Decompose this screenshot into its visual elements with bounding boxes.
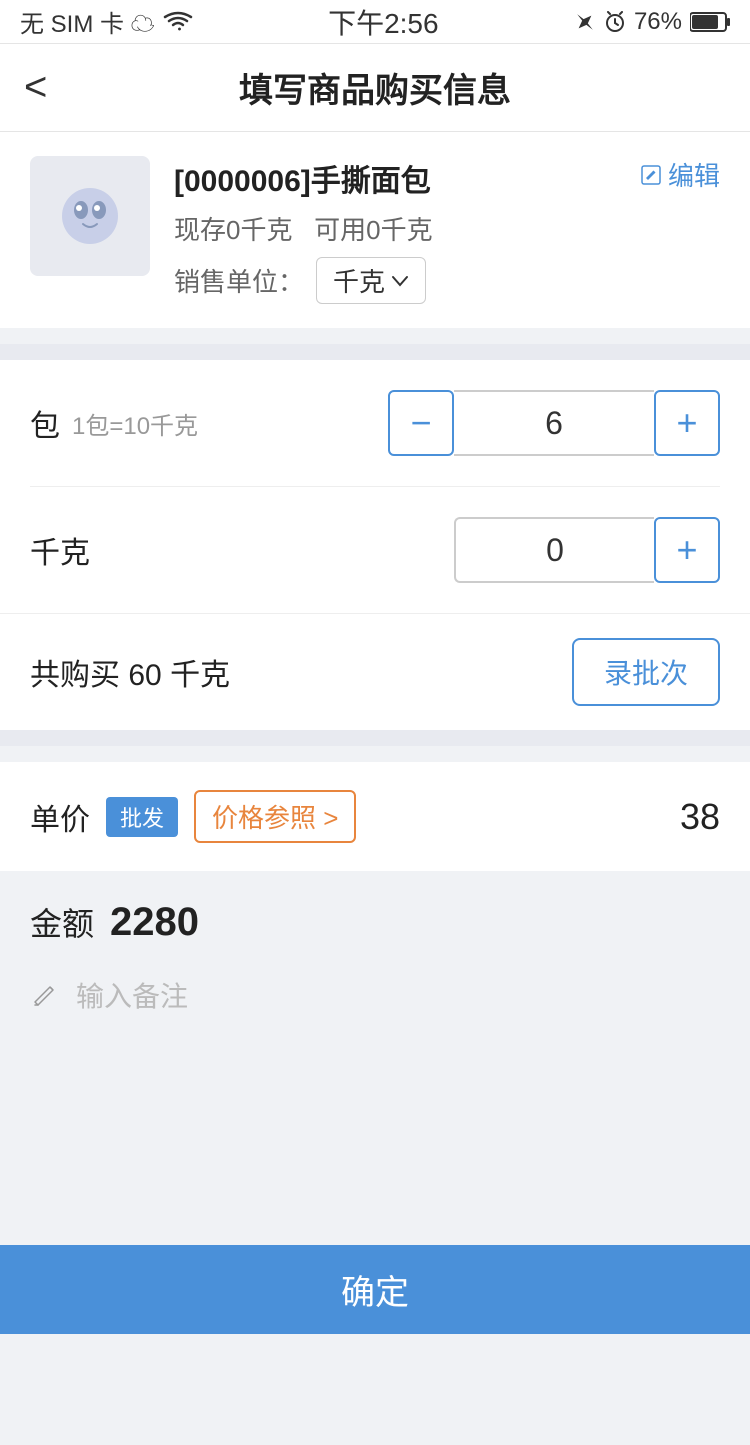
edit-icon — [640, 164, 662, 186]
status-left: 无 SIM 卡 ☁ — [20, 4, 193, 39]
unit-selector[interactable]: 千克 — [316, 257, 426, 304]
qty-label-kg: 千克 — [30, 528, 90, 572]
total-text: 共购买 60 千克 — [30, 650, 230, 694]
amount-row: 金额 2280 — [30, 899, 720, 965]
status-right: 76% — [574, 8, 730, 36]
wifi-icon — [163, 11, 193, 33]
product-logo-icon — [55, 186, 125, 246]
edit-label: 编辑 — [668, 156, 720, 193]
qty-input-bag[interactable] — [454, 390, 654, 456]
alarm-icon — [604, 11, 626, 33]
qty-sub-label-bag: 1包=10千克 — [72, 406, 198, 441]
back-button[interactable]: < — [24, 65, 47, 110]
price-tag: 批发 — [106, 797, 178, 837]
note-row[interactable]: 输入备注 — [30, 965, 720, 1045]
qty-control-kg: + — [454, 517, 720, 583]
price-ref-button[interactable]: 价格参照 > — [194, 790, 356, 843]
amount-label: 金额 — [30, 899, 94, 945]
total-section: 共购买 60 千克 录批次 — [0, 613, 750, 730]
product-card: [0000006]手撕面包 编辑 现存0千克 可用0千克 销售单位： 千克 — [0, 132, 750, 328]
qty-label-bag: 包 1包=10千克 — [30, 401, 198, 445]
status-time: 下午2:56 — [328, 2, 439, 42]
product-image — [30, 156, 150, 276]
product-stock: 现存0千克 可用0千克 — [174, 210, 720, 247]
product-name: [0000006]手撕面包 — [174, 156, 431, 200]
qty-plus-kg[interactable]: + — [654, 517, 720, 583]
qty-minus-bag[interactable]: − — [388, 390, 454, 456]
amount-section: 金额 2280 输入备注 — [0, 871, 750, 1045]
location-icon — [574, 11, 596, 33]
amount-value: 2280 — [110, 900, 199, 945]
price-label: 单价 — [30, 795, 90, 839]
total-value: 60 — [128, 659, 161, 692]
product-unit-row: 销售单位： 千克 — [174, 257, 720, 304]
battery-percent: 76% — [634, 8, 682, 36]
qty-row-kg: 千克 + — [30, 487, 720, 613]
qty-section: 包 1包=10千克 − + 千克 + — [0, 360, 750, 613]
sim-status: 无 SIM 卡 ☁ — [20, 4, 155, 39]
qty-plus-bag[interactable]: + — [654, 390, 720, 456]
pencil-icon — [30, 980, 60, 1010]
qty-input-kg[interactable] — [454, 517, 654, 583]
batch-button[interactable]: 录批次 — [572, 638, 720, 706]
status-bar: 无 SIM 卡 ☁ 下午2:56 76% — [0, 0, 750, 44]
qty-control-bag: − + — [388, 390, 720, 456]
section-divider-2 — [0, 730, 750, 746]
page-title: 填写商品购买信息 — [239, 63, 511, 112]
qty-row-bag: 包 1包=10千克 − + — [30, 360, 720, 487]
price-section: 单价 批发 价格参照 > 38 — [0, 762, 750, 871]
edit-button[interactable]: 编辑 — [640, 156, 720, 193]
battery-icon — [690, 11, 730, 33]
nav-bar: < 填写商品购买信息 — [0, 44, 750, 132]
product-info: [0000006]手撕面包 编辑 现存0千克 可用0千克 销售单位： 千克 — [174, 156, 720, 304]
price-value: 38 — [680, 796, 720, 838]
note-placeholder: 输入备注 — [76, 975, 188, 1015]
section-divider-1 — [0, 344, 750, 360]
confirm-btn-label: 确定 — [341, 1265, 409, 1314]
confirm-button[interactable]: 确定 — [0, 1245, 750, 1334]
chevron-down-icon — [391, 275, 409, 287]
